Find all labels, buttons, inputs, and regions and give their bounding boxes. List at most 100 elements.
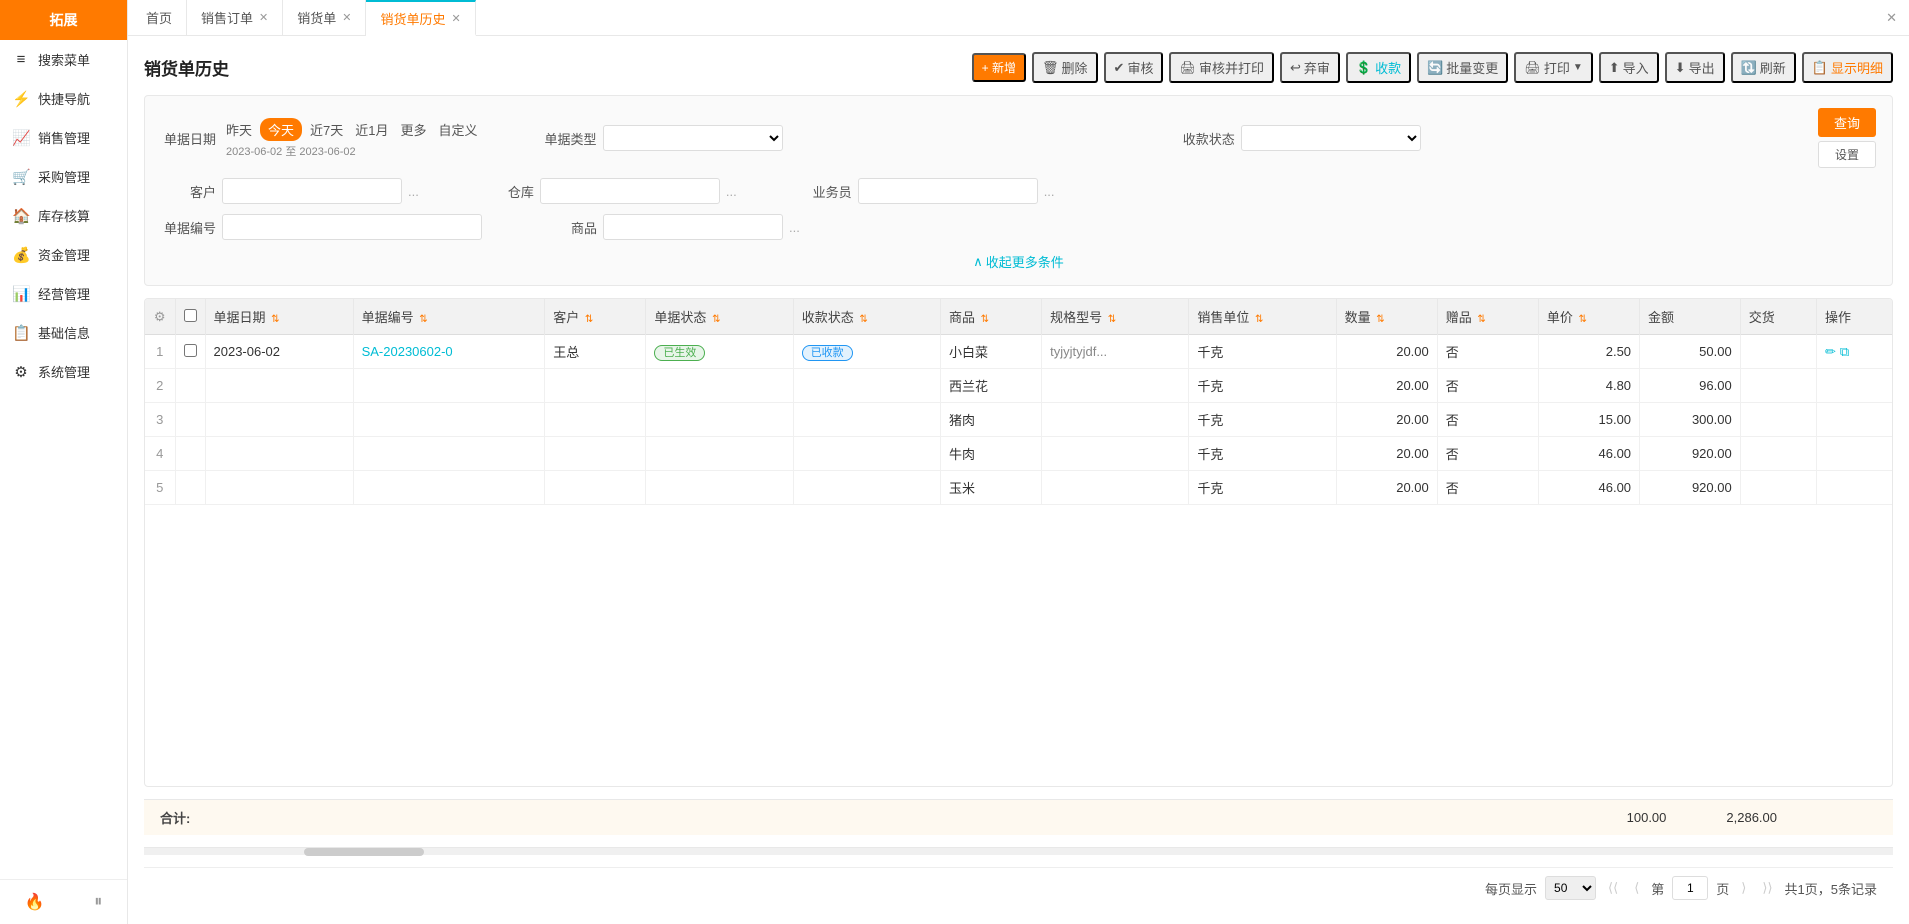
tab-sales-delivery-history[interactable]: 销货单历史 ✕ <box>366 0 475 36</box>
warehouse-ellipsis[interactable]: ... <box>726 184 737 199</box>
sort-gift-icon[interactable]: ⇅ <box>1477 314 1485 325</box>
shortcut-custom[interactable]: 自定义 <box>435 118 482 141</box>
refresh-button[interactable]: 🔃 刷新 <box>1731 52 1796 83</box>
tab-sales-delivery[interactable]: 销货单 ✕ <box>283 0 366 36</box>
tab-home[interactable]: 首页 <box>132 0 187 36</box>
summary-total-amount: 2,286.00 <box>1726 810 1777 825</box>
tab-sales-delivery-close[interactable]: ✕ <box>342 11 351 24</box>
prev-page-btn[interactable]: ⟨ <box>1630 878 1643 898</box>
sort-quantity-icon[interactable]: ⇅ <box>1376 314 1384 325</box>
table-settings-icon[interactable]: ⚙ <box>145 299 175 335</box>
sort-product-icon[interactable]: ⇅ <box>981 314 989 325</box>
select-all-checkbox[interactable] <box>184 309 197 322</box>
doc-type-select[interactable] <box>603 125 783 151</box>
sort-unit-price-icon[interactable]: ⇅ <box>1579 314 1587 325</box>
batch-change-button[interactable]: 🔄 批量变更 <box>1417 52 1508 83</box>
cell-amount: 50.00 <box>1640 335 1741 369</box>
product-ellipsis[interactable]: ... <box>789 220 800 235</box>
customer-input[interactable] <box>222 178 402 204</box>
toolbar: + 新增 🗑 删除 ✔ 审核 🖨 审核并打印 ↩ 弃审 <box>972 52 1893 83</box>
sidebar-item-inventory[interactable]: 🏠 库存核算 <box>0 196 127 235</box>
sidebar: 拓展 ≡ 搜索菜单 ⚡ 快捷导航 📈 销售管理 🛒 采购管理 🏠 库存核算 💰 … <box>0 0 128 924</box>
salesperson-input[interactable] <box>858 178 1038 204</box>
shortcut-more[interactable]: 更多 <box>397 118 431 141</box>
first-page-btn[interactable]: ⟨⟨ <box>1604 878 1622 898</box>
cell-quantity: 20.00 <box>1336 403 1437 437</box>
page-input[interactable] <box>1672 876 1708 900</box>
refresh-icon: 🔃 <box>1741 60 1757 76</box>
cell-unit-price: 15.00 <box>1538 403 1639 437</box>
last-page-btn[interactable]: ⟩⟩ <box>1758 878 1776 898</box>
show-detail-button[interactable]: 📋 显示明细 <box>1802 52 1893 83</box>
next-page-btn[interactable]: ⟩ <box>1737 878 1750 898</box>
sidebar-item-basic-info[interactable]: 📋 基础信息 <box>0 313 127 352</box>
sys-mgmt-icon: ⚙ <box>12 363 30 381</box>
shortcut-yesterday[interactable]: 昨天 <box>222 118 256 141</box>
sort-doc-status-icon[interactable]: ⇅ <box>712 314 720 325</box>
table-row: 4牛肉千克20.00否46.00920.00 <box>145 437 1892 471</box>
sort-date-icon[interactable]: ⇅ <box>271 314 279 325</box>
product-input[interactable] <box>603 214 783 240</box>
purchase-mgmt-icon: 🛒 <box>12 168 30 186</box>
cell-checkbox <box>175 335 205 369</box>
abandon-button[interactable]: ↩ 弃审 <box>1280 52 1340 83</box>
edit-row-btn[interactable]: ✏ <box>1825 344 1836 360</box>
collapse-icon: ∧ <box>973 254 983 270</box>
cell-customer <box>545 369 646 403</box>
table-header-checkbox-col <box>175 299 205 335</box>
horizontal-scrollbar[interactable] <box>144 847 1893 855</box>
sidebar-item-label: 基础信息 <box>38 323 90 342</box>
shortcut-1month[interactable]: 近1月 <box>351 118 392 141</box>
query-button[interactable]: 查询 <box>1818 108 1876 137</box>
cell-gift: 否 <box>1437 335 1538 369</box>
page-size-select[interactable]: 50 10 20 100 <box>1545 876 1596 900</box>
cell-unit: 千克 <box>1189 369 1336 403</box>
warehouse-input[interactable] <box>540 178 720 204</box>
delete-button[interactable]: 🗑 删除 <box>1032 52 1098 83</box>
new-button[interactable]: + 新增 <box>972 53 1026 82</box>
sidebar-collapse-btn[interactable]: ⏸ <box>90 889 106 915</box>
tab-sales-delivery-history-close[interactable]: ✕ <box>452 12 461 25</box>
page-unit: 页 <box>1716 879 1729 898</box>
inventory-icon: 🏠 <box>12 207 30 225</box>
scrollbar-thumb[interactable] <box>304 848 424 856</box>
collect-button[interactable]: 💲 收款 <box>1346 52 1411 83</box>
sort-payment-status-icon[interactable]: ⇅ <box>859 314 867 325</box>
sidebar-item-finance[interactable]: 💰 资金管理 <box>0 235 127 274</box>
payment-status-select[interactable] <box>1241 125 1421 151</box>
sidebar-item-purchase-mgmt[interactable]: 🛒 采购管理 <box>0 157 127 196</box>
sidebar-item-operations[interactable]: 📊 经营管理 <box>0 274 127 313</box>
customer-ellipsis[interactable]: ... <box>408 184 419 199</box>
row-checkbox[interactable] <box>184 344 197 357</box>
copy-row-btn[interactable]: ⧉ <box>1840 344 1849 360</box>
setting-button[interactable]: 设置 <box>1818 141 1876 168</box>
collapse-filter-btn[interactable]: ∧ 收起更多条件 <box>161 250 1876 273</box>
sort-doc-no-icon[interactable]: ⇅ <box>419 314 427 325</box>
cell-date <box>205 471 353 505</box>
sidebar-item-label: 快捷导航 <box>38 89 90 108</box>
doc-no-link[interactable]: SA-20230602-0 <box>362 344 453 359</box>
sort-unit-icon[interactable]: ⇅ <box>1255 314 1263 325</box>
cell-checkbox <box>175 369 205 403</box>
tab-close-all-btn[interactable]: ✕ <box>1874 10 1909 26</box>
sort-spec-icon[interactable]: ⇅ <box>1108 314 1116 325</box>
col-unit: 销售单位 ⇅ <box>1189 299 1336 335</box>
doc-no-input[interactable] <box>222 214 482 240</box>
print-button[interactable]: 🖨 打印 ▼ <box>1514 52 1592 83</box>
sidebar-settings-btn[interactable]: 🔥 <box>21 888 49 916</box>
tab-sales-order[interactable]: 销售订单 ✕ <box>187 0 283 36</box>
audit-print-button[interactable]: 🖨 审核并打印 <box>1169 52 1274 83</box>
sidebar-item-search-menu[interactable]: ≡ 搜索菜单 <box>0 40 127 79</box>
import-button[interactable]: ⬆ 导入 <box>1599 52 1659 83</box>
shortcut-today[interactable]: 今天 <box>260 118 302 141</box>
sort-customer-icon[interactable]: ⇅ <box>585 314 593 325</box>
sidebar-item-quick-nav[interactable]: ⚡ 快捷导航 <box>0 79 127 118</box>
audit-button[interactable]: ✔ 审核 <box>1104 52 1164 83</box>
shortcut-7days[interactable]: 近7天 <box>306 118 347 141</box>
col-gift: 赠品 ⇅ <box>1437 299 1538 335</box>
salesperson-ellipsis[interactable]: ... <box>1044 184 1055 199</box>
sidebar-item-sales-mgmt[interactable]: 📈 销售管理 <box>0 118 127 157</box>
export-button[interactable]: ⬇ 导出 <box>1665 52 1725 83</box>
tab-sales-order-close[interactable]: ✕ <box>259 11 268 24</box>
sidebar-item-sys-mgmt[interactable]: ⚙ 系统管理 <box>0 352 127 391</box>
